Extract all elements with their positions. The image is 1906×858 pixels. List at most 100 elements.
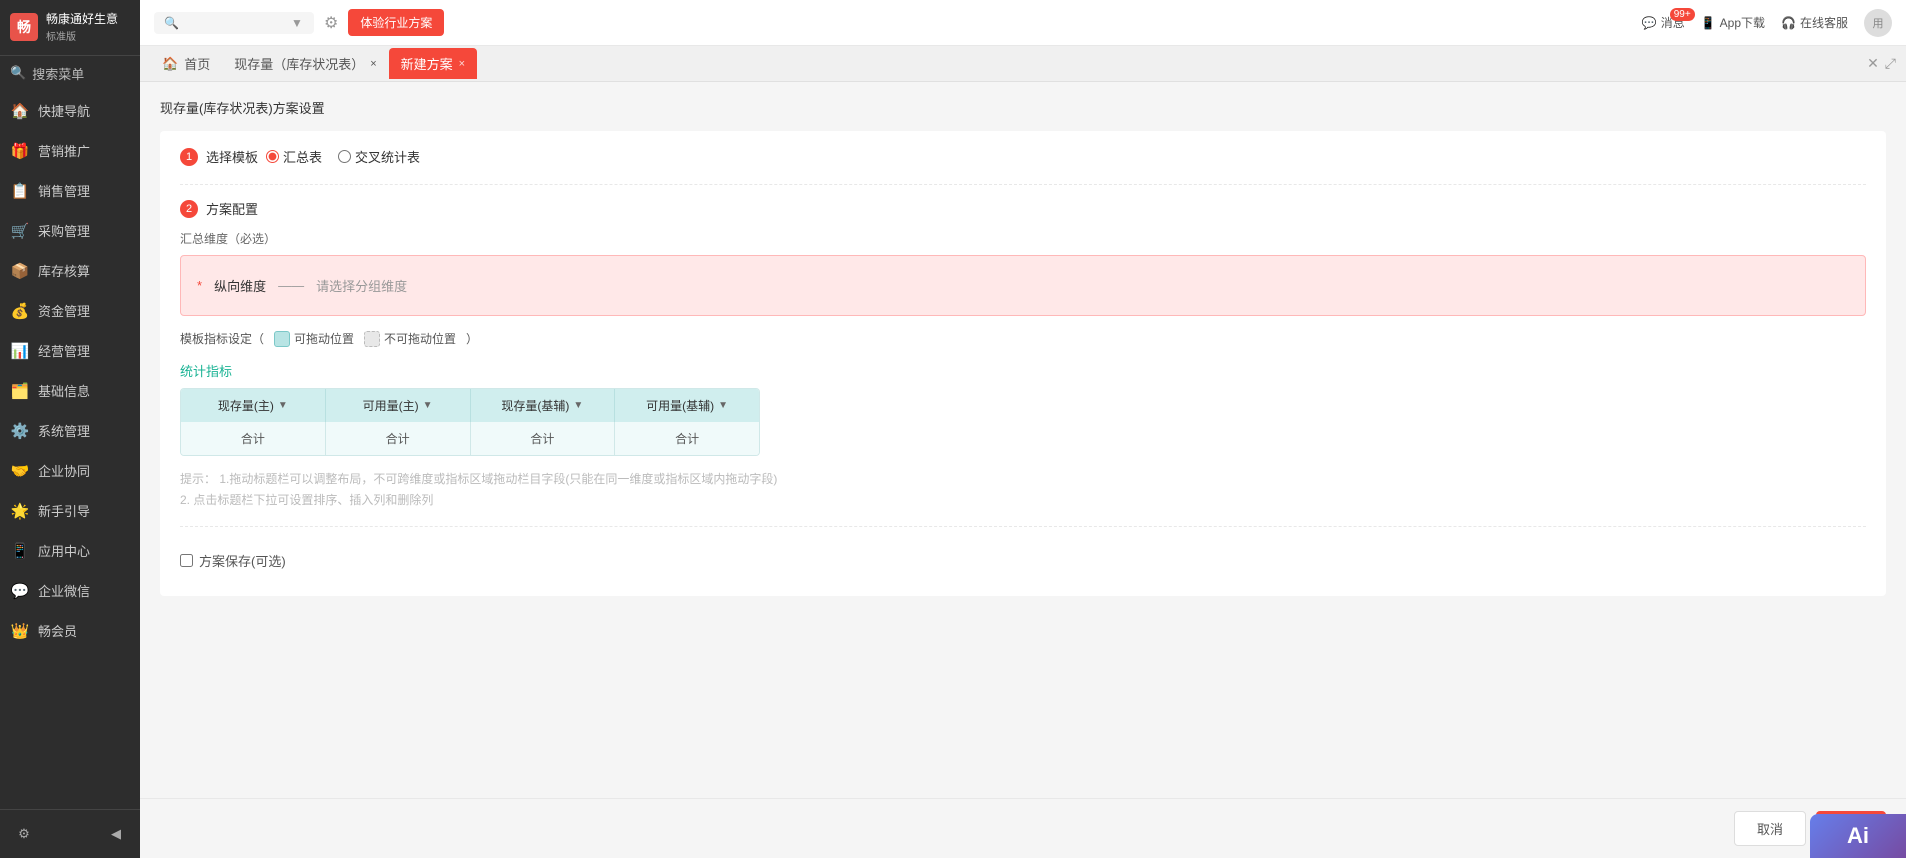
sidebar-item-shortcuts[interactable]: 🏠 快捷导航 [0,91,140,131]
avatar-placeholder: 用 [1873,15,1884,31]
save-option-row: 方案保存(可选) [180,541,1866,580]
content-area: 现存量(库存状况表)方案设置 1 选择模板 汇总表 交叉统计表 [140,82,1906,798]
inventory-icon: 📦 [10,261,30,281]
topbar-dropdown-icon[interactable]: ▼ [291,16,303,30]
app-logo-icon: 畅 [10,13,38,41]
stats-col1-body: 合计 [181,422,326,455]
tab-new-plan[interactable]: 新建方案 × [389,48,477,79]
sidebar-item-purchase[interactable]: 🛒 采购管理 [0,211,140,251]
app-center-icon: 📱 [10,541,30,561]
window-close-icon[interactable]: ✕ [1867,55,1879,72]
col2-chevron-icon[interactable]: ▼ [423,400,433,411]
topbar-search-input[interactable] [185,16,285,30]
section-plan-config: 2 方案配置 汇总维度（必选） * 纵向维度 —— 请选择分组维度 模板指标设定… [180,199,1866,508]
sidebar-item-wechat[interactable]: 💬 企业微信 [0,571,140,611]
sidebar-item-member[interactable]: 👑 畅会员 [0,611,140,651]
sidebar-item-app-center[interactable]: 📱 应用中心 [0,531,140,571]
dimension-dash: —— [278,278,304,293]
dimension-label: 汇总维度（必选） [180,230,1866,247]
movable-box [274,331,290,347]
col4-chevron-icon[interactable]: ▼ [718,400,728,411]
topbar-gear-icon[interactable]: ⚙ [324,13,338,33]
stats-col4-label: 可用量(基辅) [646,397,714,414]
tab-inventory-status[interactable]: 现存量（库存状况表） × [222,48,388,79]
sidebar-item-basic[interactable]: 🗂️ 基础信息 [0,371,140,411]
basic-icon: 🗂️ [10,381,30,401]
stats-col2-header[interactable]: 可用量(主) ▼ [326,389,471,422]
message-badge: 99+ [1670,8,1695,21]
app-download-button[interactable]: 📱 App下载 [1701,14,1765,31]
sidebar-item-label: 销售管理 [38,181,90,200]
sidebar-item-label: 新手引导 [38,501,90,520]
tabbar: 🏠 首页 现存量（库存状况表） × 新建方案 × ✕ ⤢ [140,46,1906,82]
radio-cross-label[interactable]: 交叉统计表 [338,147,420,166]
window-expand-icon[interactable]: ⤢ [1885,55,1896,72]
col3-chevron-icon[interactable]: ▼ [573,400,583,411]
stats-title: 统计指标 [180,361,1866,380]
cancel-button[interactable]: 取消 [1734,811,1806,846]
stats-col1-header[interactable]: 现存量(主) ▼ [181,389,326,422]
app-download-label: App下载 [1720,14,1765,31]
topbar-search-box[interactable]: 🔍 ▼ [154,12,314,34]
radio-summary[interactable] [266,150,279,163]
tab-home[interactable]: 🏠 首页 [150,48,222,79]
sidebar-item-label: 畅会员 [38,621,77,640]
purchase-icon: 🛒 [10,221,30,241]
wechat-icon: 💬 [10,581,30,601]
sidebar-item-label: 企业协同 [38,461,90,480]
sidebar-item-system[interactable]: ⚙️ 系统管理 [0,411,140,451]
sidebar-search-item[interactable]: 🔍 搜索菜单 [0,56,140,91]
dimension-row: * 纵向维度 —— 请选择分组维度 [180,255,1866,316]
sidebar-item-label: 资金管理 [38,301,90,320]
tab-inventory-label: 现存量（库存状况表） [234,54,364,73]
sidebar-item-finance[interactable]: 💰 资金管理 [0,291,140,331]
section1-header: 1 选择模板 汇总表 交叉统计表 [180,147,1866,166]
sidebar-item-label: 系统管理 [38,421,90,440]
radio-summary-text: 汇总表 [283,147,322,166]
sidebar-item-label: 应用中心 [38,541,90,560]
radio-cross[interactable] [338,150,351,163]
sidebar-logo: 畅 畅康通好生意 标准版 [0,0,140,56]
save-option-checkbox[interactable] [180,554,193,567]
guide-icon: 🌟 [10,501,30,521]
section1-title: 选择模板 [206,147,258,166]
tab-inventory-close-icon[interactable]: × [370,58,376,70]
col1-chevron-icon[interactable]: ▼ [278,400,288,411]
tab-new-plan-close-icon[interactable]: × [459,58,465,70]
member-icon: 👑 [10,621,30,641]
stats-col3-header[interactable]: 现存量(基辅) ▼ [471,389,616,422]
section2-header: 2 方案配置 [180,199,1866,218]
sidebar-item-label: 基础信息 [38,381,90,400]
cooperation-icon: 🤝 [10,461,30,481]
fixed-box [364,331,380,347]
settings-button[interactable]: ⚙ [10,820,38,848]
tab-new-plan-label: 新建方案 [401,54,453,73]
template-indicator: 模板指标设定（ 可拖动位置 不可拖动位置 ） [180,330,1866,347]
sidebar-item-label: 企业微信 [38,581,90,600]
sidebar-item-operations[interactable]: 📊 经营管理 [0,331,140,371]
stats-col4-header[interactable]: 可用量(基辅) ▼ [615,389,759,422]
section-choose-template: 1 选择模板 汇总表 交叉统计表 [180,147,1866,166]
stats-col4-body: 合计 [615,422,759,455]
sidebar-item-inventory[interactable]: 📦 库存核算 [0,251,140,291]
sidebar-item-label: 采购管理 [38,221,90,240]
message-button[interactable]: 💬 消息 99+ [1642,14,1685,31]
user-avatar[interactable]: 用 [1864,9,1892,37]
operations-icon: 📊 [10,341,30,361]
radio-summary-label[interactable]: 汇总表 [266,147,322,166]
message-icon: 💬 [1642,16,1657,30]
movable-label: 可拖动位置 [294,330,354,347]
stats-table: 现存量(主) ▼ 可用量(主) ▼ 现存量(基辅) ▼ [180,388,760,456]
ai-badge[interactable]: Ai [1810,814,1906,858]
online-service-button[interactable]: 🎧 在线客服 [1781,14,1848,31]
trial-industry-button[interactable]: 体验行业方案 [348,9,444,36]
sidebar-item-cooperation[interactable]: 🤝 企业协同 [0,451,140,491]
sidebar-item-label: 营销推广 [38,141,90,160]
footer-bar: 取消 查询 [140,798,1906,858]
collapse-button[interactable]: ◀ [102,820,130,848]
radio-cross-text: 交叉统计表 [355,147,420,166]
sales-icon: 📋 [10,181,30,201]
sidebar-item-marketing[interactable]: 🎁 营销推广 [0,131,140,171]
sidebar-item-guide[interactable]: 🌟 新手引导 [0,491,140,531]
sidebar-item-sales[interactable]: 📋 销售管理 [0,171,140,211]
